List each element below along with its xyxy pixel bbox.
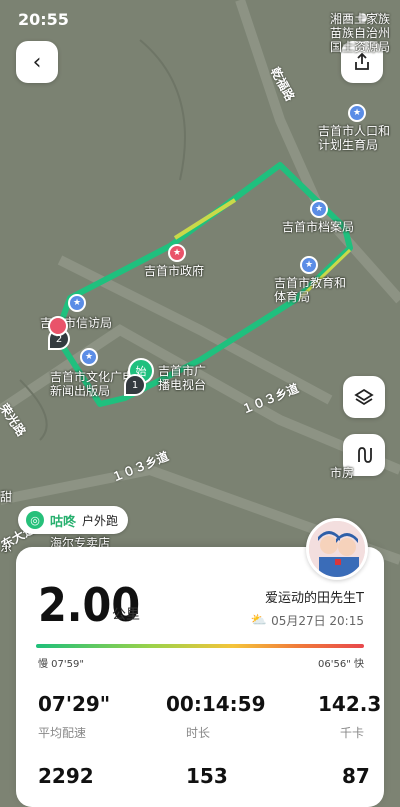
run-datetime: 05月27日 20:15 — [271, 614, 364, 628]
activity-type: 户外跑 — [82, 513, 119, 528]
back-button[interactable]: ‹ — [16, 41, 58, 83]
share-icon — [355, 52, 369, 70]
poi-pin-population[interactable]: ★ — [348, 104, 366, 122]
chevron-left-icon: ‹ — [32, 49, 42, 75]
km-marker-1[interactable]: 1 — [124, 374, 146, 396]
status-time: 20:55 — [18, 10, 69, 29]
pace-fast-label: 06'56" 快 — [318, 659, 364, 670]
username[interactable]: 爱运动的田先生T — [265, 587, 364, 606]
distance-unit: 公里 — [112, 607, 140, 623]
avatar-illustration — [309, 521, 365, 577]
poi-pin-education[interactable]: ★ — [300, 256, 318, 274]
map-label-prefecture: 湘西土家族苗族自治州国土资源局 — [330, 12, 391, 54]
stat-duration-label: 时长 — [186, 726, 211, 740]
map-label-broadcast: 吉首市广播电视台 — [158, 364, 207, 392]
brand-name: 咕咚 — [50, 514, 77, 530]
map-label-fragment-right: 市房 — [330, 466, 355, 480]
brand-pill: ◎ 咕咚 户外跑 — [18, 506, 129, 534]
weather-cloud-icon: ⛅ — [250, 613, 268, 628]
stat-avg-pace-label: 平均配速 — [38, 726, 87, 740]
stat-calories-value: 142.3 — [318, 692, 382, 716]
datetime-row: ⛅ 05月27日 20:15 — [251, 612, 364, 629]
map-label-education: 吉首市教育和体育局 — [274, 276, 347, 304]
stat-steps-value: 2292 — [38, 764, 94, 788]
layers-button[interactable] — [343, 376, 385, 418]
poi-pin-archives[interactable]: ★ — [310, 200, 328, 218]
avatar[interactable] — [306, 518, 368, 580]
map-label-culture: 吉首市文化广电新闻出版局 — [50, 370, 135, 398]
poi-pin-culture[interactable]: ★ — [80, 348, 98, 366]
stat-cadence-value: 153 — [186, 764, 228, 788]
map-label-fragment-left: 甜 — [0, 490, 13, 504]
stat-stride-value: 87 — [342, 764, 370, 788]
route-icon — [358, 447, 372, 463]
map-label-government: 吉首市政府 — [144, 264, 205, 278]
layers-icon — [354, 388, 374, 406]
pace-slow-label: 慢 07'59" — [38, 659, 84, 670]
poi-pin-government[interactable]: ★ — [168, 244, 186, 262]
map-label-population: 吉首市人口和计划生育局 — [318, 124, 391, 152]
stat-duration-value: 00:14:59 — [166, 692, 266, 716]
codoon-logo-icon: ◎ — [26, 511, 44, 529]
end-marker[interactable] — [48, 316, 68, 336]
poi-pin-petition[interactable]: ★ — [68, 294, 86, 312]
map-label-archives: 吉首市档案局 — [282, 220, 355, 234]
stat-calories-label: 千卡 — [340, 726, 365, 740]
pace-gradient-bar — [36, 644, 364, 648]
stat-avg-pace-value: 07'29" — [38, 692, 111, 716]
